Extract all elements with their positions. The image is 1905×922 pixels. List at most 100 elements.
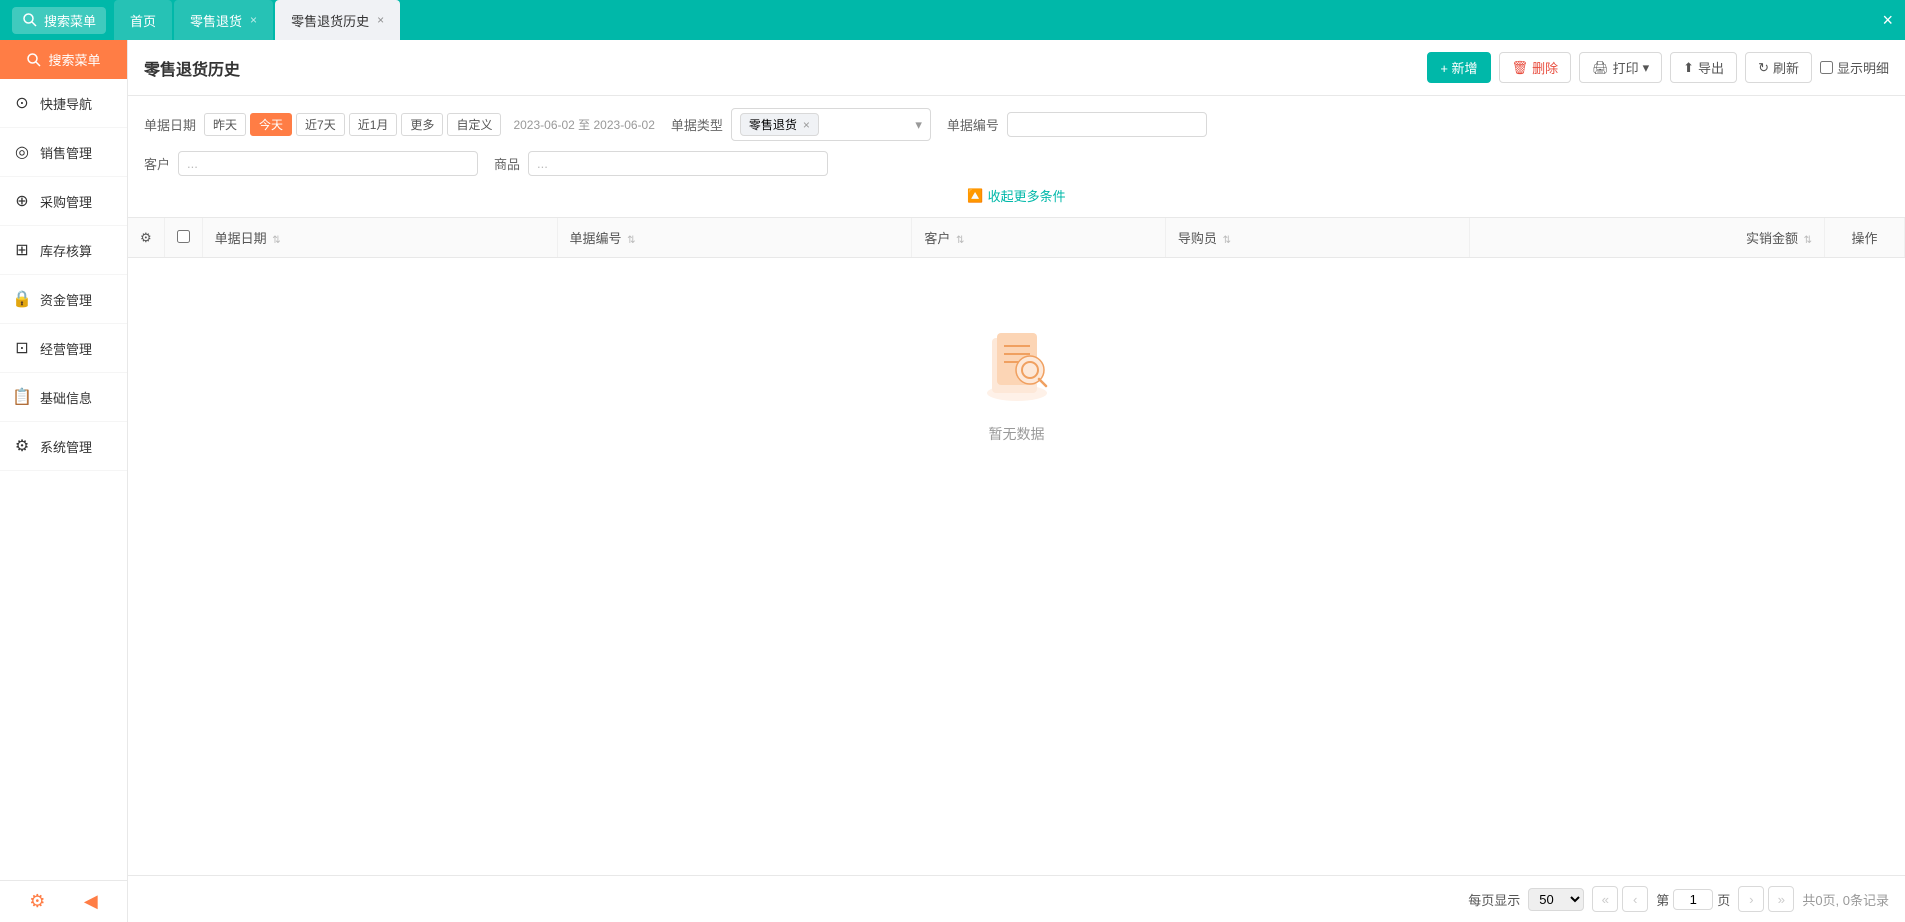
page-size-dropdown[interactable]: 20 50 100 (1528, 888, 1584, 911)
page-prev-btn[interactable]: ‹ (1622, 886, 1648, 912)
delete-button[interactable]: 🗑 删除 (1499, 52, 1572, 83)
search-menu[interactable]: 搜索菜单 (12, 7, 106, 34)
tab-retail-return-close[interactable]: × (250, 13, 257, 27)
voucher-sort-icon: ⇅ (627, 235, 635, 246)
date-filter: 单据日期 昨天 今天 近7天 近1月 更多 自定义 2023-06-02 至 2… (144, 113, 655, 136)
type-filter-label: 单据类型 (671, 115, 723, 134)
page-title: 零售退货历史 (144, 56, 240, 80)
collapse-icon: 🔼 (967, 188, 983, 204)
pagination-bar: 每页显示 20 50 100 « ‹ 第 (128, 875, 1905, 922)
data-table: ⚙ 单据日期 ⇅ 单据编号 (128, 218, 1905, 258)
tab-retail-return-history-close[interactable]: × (377, 13, 384, 27)
th-date[interactable]: 单据日期 ⇅ (202, 218, 557, 258)
tab-list: 首页 零售退货 × 零售退货历史 × (114, 0, 1870, 40)
date-range-display: 2023-06-02 至 2023-06-02 (513, 116, 654, 133)
empty-text: 暂无数据 (989, 424, 1045, 444)
collapse-label: 收起更多条件 (988, 186, 1066, 205)
page-last-btn[interactable]: » (1768, 886, 1794, 912)
sidebar-collapse-icon[interactable]: ◀ (84, 891, 98, 912)
page-content: 零售退货历史 + 新增 🗑 删除 🖨 打印 ▾ ⬆ (128, 40, 1905, 922)
sidebar-item-sales-mgmt[interactable]: ◎ 销售管理 (0, 128, 127, 177)
goods-filter: 商品 ... (494, 151, 828, 176)
voucher-filter: 单据编号 (947, 112, 1207, 137)
date-btn-custom[interactable]: 自定义 (447, 113, 501, 136)
page-suffix: 页 (1717, 890, 1730, 909)
type-select[interactable]: 零售退货 × ▾ (731, 108, 931, 141)
ops-mgmt-icon: ⊡ (12, 338, 32, 358)
sidebar-item-sys-mgmt[interactable]: ⚙ 系统管理 (0, 422, 127, 471)
type-select-arrow: ▾ (915, 117, 922, 133)
sidebar-search[interactable]: 搜索菜单 (0, 40, 127, 79)
page-size-select[interactable]: 20 50 100 (1528, 888, 1584, 911)
sys-mgmt-icon: ⚙ (12, 436, 32, 456)
voucher-input[interactable] (1007, 112, 1207, 137)
show-detail-checkbox-label[interactable]: 显示明细 (1820, 58, 1889, 77)
date-btns: 昨天 今天 近7天 近1月 更多 自定义 (204, 113, 501, 136)
delete-icon: 🗑 (1512, 60, 1529, 76)
th-voucher-no[interactable]: 单据编号 ⇅ (557, 218, 912, 258)
page-next-btn[interactable]: › (1738, 886, 1764, 912)
filter-area: 单据日期 昨天 今天 近7天 近1月 更多 自定义 2023-06-02 至 2… (128, 96, 1905, 218)
date-btn-more[interactable]: 更多 (401, 113, 443, 136)
sidebar-item-quick-nav[interactable]: ⊙ 快捷导航 (0, 79, 127, 128)
customer-ellipsis: ... (187, 156, 198, 171)
show-detail-checkbox[interactable] (1820, 61, 1833, 74)
quick-nav-icon: ⊙ (12, 93, 32, 113)
finance-mgmt-icon: 🔒 (12, 289, 32, 309)
page-number-input[interactable] (1673, 889, 1713, 910)
select-all-checkbox[interactable] (177, 230, 190, 243)
export-icon: ⬆ (1683, 60, 1694, 76)
table-container: ⚙ 单据日期 ⇅ 单据编号 (128, 218, 1905, 875)
date-btn-1month[interactable]: 近1月 (349, 113, 398, 136)
th-checkbox[interactable] (164, 218, 202, 258)
content-area: 零售退货历史 + 新增 🗑 删除 🖨 打印 ▾ ⬆ (128, 40, 1905, 922)
refresh-button[interactable]: ↻ 刷新 (1745, 52, 1812, 83)
date-btn-yesterday[interactable]: 昨天 (204, 113, 246, 136)
sidebar-item-basic-info[interactable]: 📋 基础信息 (0, 373, 127, 422)
page-header: 零售退货历史 + 新增 🗑 删除 🖨 打印 ▾ ⬆ (128, 40, 1905, 96)
goods-select[interactable]: ... (528, 151, 828, 176)
inventory-icon: ⊞ (12, 240, 32, 260)
th-settings[interactable]: ⚙ (128, 218, 164, 258)
th-amount[interactable]: 实销金额 ⇅ (1470, 218, 1825, 258)
filter-row-2: 客户 ... 商品 ... (144, 151, 1889, 176)
sidebar-item-ops-mgmt[interactable]: ⊡ 经营管理 (0, 324, 127, 373)
tab-home[interactable]: 首页 (114, 0, 172, 40)
page-size-label: 每页显示 (1468, 890, 1520, 909)
print-icon: 🖨 (1592, 60, 1609, 76)
th-ops: 操作 (1825, 218, 1905, 258)
tab-retail-return-history[interactable]: 零售退货历史 × (275, 0, 400, 40)
sidebar-settings-icon[interactable]: ⚙ (29, 891, 45, 912)
export-button[interactable]: ⬆ 导出 (1670, 52, 1737, 83)
date-btn-today[interactable]: 今天 (250, 113, 292, 136)
th-customer[interactable]: 客户 ⇅ (912, 218, 1166, 258)
empty-icon (972, 318, 1062, 408)
add-button[interactable]: + 新增 (1427, 52, 1490, 83)
type-tag-close[interactable]: × (803, 118, 810, 132)
top-bar: 搜索菜单 首页 零售退货 × 零售退货历史 × × (0, 0, 1905, 40)
tab-retail-return[interactable]: 零售退货 × (174, 0, 273, 40)
type-tag-text: 零售退货 (749, 116, 797, 133)
sales-mgmt-icon: ◎ (12, 142, 32, 162)
sidebar-item-finance-mgmt[interactable]: 🔒 资金管理 (0, 275, 127, 324)
print-button[interactable]: 🖨 打印 ▾ (1579, 52, 1662, 83)
settings-icon[interactable]: ⚙ (140, 230, 152, 245)
guide-sort-icon: ⇅ (1223, 235, 1231, 246)
goods-ellipsis: ... (537, 156, 548, 171)
app-close-button[interactable]: × (1882, 10, 1893, 31)
page-first-btn[interactable]: « (1592, 886, 1618, 912)
purchase-mgmt-icon: ⊕ (12, 191, 32, 211)
customer-sort-icon: ⇅ (956, 235, 964, 246)
search-menu-label: 搜索菜单 (44, 11, 96, 30)
sidebar-item-inventory[interactable]: ⊞ 库存核算 (0, 226, 127, 275)
page-label: 第 (1656, 890, 1669, 909)
date-btn-7days[interactable]: 近7天 (296, 113, 345, 136)
customer-filter-label: 客户 (144, 154, 170, 173)
sidebar-item-purchase-mgmt[interactable]: ⊕ 采购管理 (0, 177, 127, 226)
date-sort-icon: ⇅ (272, 235, 280, 246)
th-guide[interactable]: 导购员 ⇅ (1165, 218, 1469, 258)
type-filter: 单据类型 零售退货 × ▾ (671, 108, 931, 141)
collapse-btn[interactable]: 🔼 收起更多条件 (967, 186, 1065, 205)
goods-filter-label: 商品 (494, 154, 520, 173)
customer-select[interactable]: ... (178, 151, 478, 176)
